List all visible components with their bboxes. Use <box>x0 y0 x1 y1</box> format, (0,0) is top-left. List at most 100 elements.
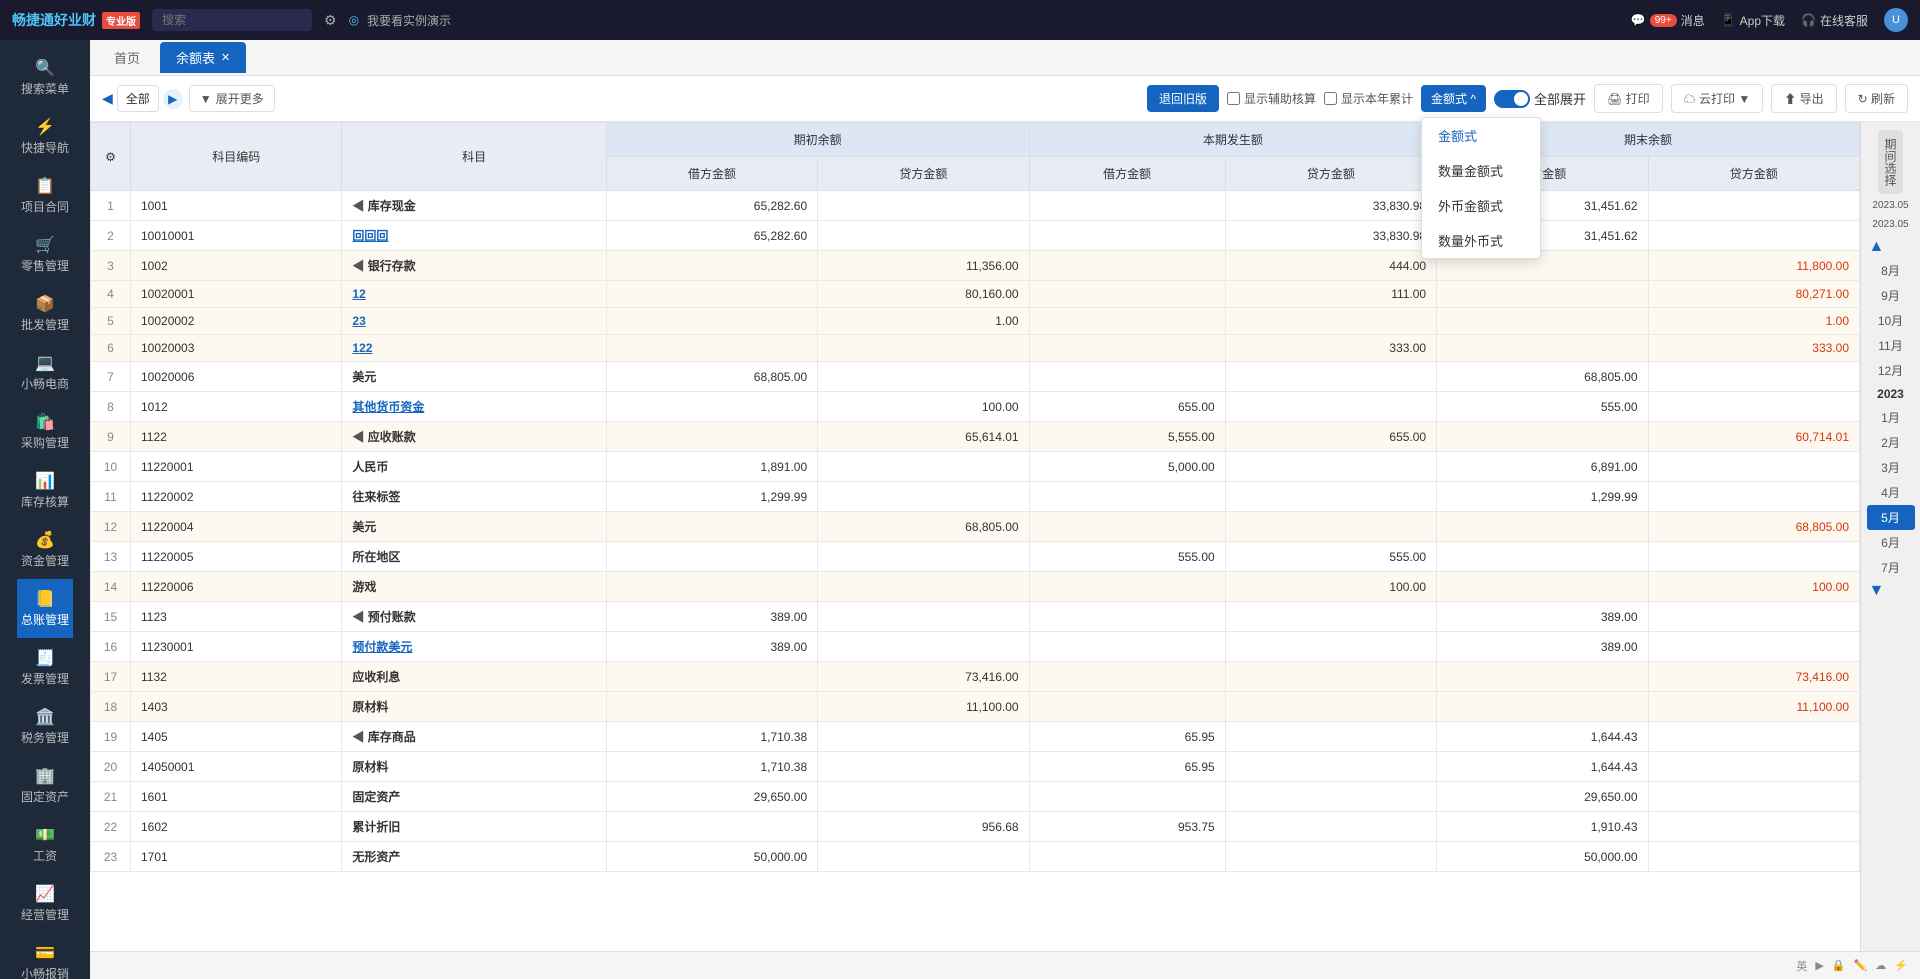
dropdown-item-foreign-amount[interactable]: 外币金额式 <box>1422 188 1540 223</box>
subject-link[interactable]: 12 <box>352 287 365 301</box>
row-index: 11 <box>91 482 131 512</box>
sidebar-item-purchase[interactable]: 🛍️采购管理 <box>17 402 73 461</box>
tab-home[interactable]: 首页 <box>98 42 156 73</box>
row-name[interactable]: 23 <box>342 308 606 335</box>
month-item[interactable]: 2月 <box>1867 430 1915 455</box>
subject-link[interactable]: 122 <box>352 341 372 355</box>
table-row: 9 1122 ◀ 应收账款 65,614.01 5,555.00 655.00 … <box>91 422 1860 452</box>
expand-more-btn[interactable]: ▼ 展开更多 <box>189 85 275 112</box>
sidebar-item-ecommerce[interactable]: 💻小畅电商 <box>17 343 73 402</box>
row-name: 应收利息 <box>342 662 606 692</box>
row-name[interactable]: 预付款美元 <box>342 632 606 662</box>
sidebar-item-sales[interactable]: 💳小畅报销 <box>17 933 73 979</box>
month-item[interactable]: 3月 <box>1867 455 1915 480</box>
sidebar-item-retail[interactable]: 🛒零售管理 <box>17 225 73 284</box>
tab-balance[interactable]: 余额表 ✕ <box>160 42 246 73</box>
dropdown-item-qty-amount[interactable]: 数量金额式 <box>1422 153 1540 188</box>
month-item[interactable]: 5月 <box>1867 505 1915 530</box>
row-name[interactable]: 12 <box>342 281 606 308</box>
table-row: 4 10020001 12 80,160.00 111.00 80,271.00 <box>91 281 1860 308</box>
back-old-btn[interactable]: 退回旧版 <box>1147 85 1219 112</box>
row-name[interactable]: 122 <box>342 335 606 362</box>
online-service-btn[interactable]: 🎧 在线客服 <box>1801 12 1868 29</box>
row-closing-credit: 11,800.00 <box>1648 251 1859 281</box>
month-item[interactable]: 9月 <box>1867 283 1915 308</box>
row-closing-credit <box>1648 392 1859 422</box>
show-ytd-check[interactable]: 显示本年累计 <box>1324 90 1413 107</box>
subject-link[interactable]: 预付款美元 <box>352 640 412 654</box>
month-nav-arrow[interactable]: ▼ <box>1867 580 1915 602</box>
filter-back-icon[interactable]: ◀ <box>102 90 113 107</box>
row-name[interactable]: 其他货币资金 <box>342 392 606 422</box>
user-avatar[interactable]: U <box>1884 8 1908 32</box>
sidebar-item-project[interactable]: 📋项目合同 <box>17 166 73 225</box>
expand-all-switch[interactable] <box>1494 90 1530 108</box>
row-opening-debit <box>606 692 817 722</box>
row-closing-debit <box>1437 281 1648 308</box>
cloud-print-btn[interactable]: ☁ 云打印 ▼ <box>1671 84 1764 113</box>
show-assist-checkbox[interactable] <box>1227 92 1240 105</box>
lightning-icon[interactable]: ⚡ <box>1894 959 1908 972</box>
sidebar-item-inventory[interactable]: 📊库存核算 <box>17 461 73 520</box>
row-name[interactable]: 回回回 <box>342 221 606 251</box>
dropdown-item-amount[interactable]: 金额式 <box>1422 118 1540 153</box>
subject-link[interactable]: 其他货币资金 <box>352 400 424 414</box>
amount-mode-btn[interactable]: 金额式 ^ <box>1421 85 1486 112</box>
row-index: 17 <box>91 662 131 692</box>
sidebar-icon-ecommerce: 💻 <box>35 353 55 373</box>
expand-all-toggle[interactable]: 全部展开 <box>1494 89 1586 108</box>
row-closing-debit: 1,299.99 <box>1437 482 1648 512</box>
sidebar-item-payroll[interactable]: 💵工资 <box>17 815 73 874</box>
table-row: 22 1602 累计折旧 956.68 953.75 1,910.43 <box>91 812 1860 842</box>
expand-all-label: 全部展开 <box>1534 89 1586 108</box>
app-download-btn[interactable]: 📱 App下载 <box>1721 12 1785 29</box>
refresh-btn[interactable]: ↻ 刷新 <box>1845 84 1908 113</box>
sidebar-item-quicknav[interactable]: ⚡快捷导航 <box>17 107 73 166</box>
sidebar-item-invoice[interactable]: 🧾发票管理 <box>17 638 73 697</box>
dropdown-item-qty-foreign[interactable]: 数量外币式 <box>1422 223 1540 258</box>
edit-icon[interactable]: ✏️ <box>1854 959 1868 972</box>
row-opening-credit: 956.68 <box>818 812 1029 842</box>
month-item[interactable]: 12月 <box>1867 358 1915 383</box>
month-item[interactable]: 7月 <box>1867 555 1915 580</box>
lock-icon[interactable]: 🔒 <box>1832 959 1846 972</box>
filter-forward-icon[interactable]: ▶ <box>163 89 183 109</box>
col-settings[interactable]: ⚙ <box>91 123 131 191</box>
sidebar-item-capital[interactable]: 💰资金管理 <box>17 520 73 579</box>
period-select-title[interactable]: 期间选择 <box>1878 130 1903 194</box>
month-item[interactable]: 8月 <box>1867 258 1915 283</box>
sidebar-item-operations[interactable]: 📈经营管理 <box>17 874 73 933</box>
sidebar-item-search[interactable]: 🔍搜索菜单 <box>17 48 73 107</box>
play-icon[interactable]: ▶ <box>1815 959 1823 972</box>
notification-btn[interactable]: 💬 99+ 消息 <box>1631 12 1705 29</box>
subject-link[interactable]: 23 <box>352 314 365 328</box>
table-row: 14 11220006 游戏 100.00 100.00 <box>91 572 1860 602</box>
top-search-input[interactable] <box>152 9 312 31</box>
month-nav-arrow[interactable]: ▲ <box>1867 236 1915 258</box>
month-item[interactable]: 10月 <box>1867 308 1915 333</box>
lang-switch[interactable]: 英 <box>1796 958 1807 974</box>
month-item[interactable]: 11月 <box>1867 333 1915 358</box>
sidebar-item-ledger[interactable]: 📒总账管理 <box>17 579 73 638</box>
demo-link[interactable]: ◎ 我要看实例演示 <box>349 12 1619 29</box>
subject-link[interactable]: 回回回 <box>352 229 388 243</box>
month-item[interactable]: 1月 <box>1867 405 1915 430</box>
show-assist-check[interactable]: 显示辅助核算 <box>1227 90 1316 107</box>
sidebar-item-wholesale[interactable]: 📦批发管理 <box>17 284 73 343</box>
show-ytd-checkbox[interactable] <box>1324 92 1337 105</box>
settings-icon[interactable]: ⚙ <box>324 12 337 29</box>
print-btn[interactable]: 🖨 打印 <box>1594 84 1663 113</box>
row-code: 11220001 <box>131 452 342 482</box>
month-item[interactable]: 6月 <box>1867 530 1915 555</box>
filter-dropdown[interactable]: 全部 <box>117 85 159 112</box>
cloud-icon[interactable]: ☁ <box>1875 959 1886 972</box>
row-name: 美元 <box>342 362 606 392</box>
sidebar-item-tax[interactable]: 🏛️税务管理 <box>17 697 73 756</box>
row-opening-debit: 1,710.38 <box>606 752 817 782</box>
month-item[interactable]: 4月 <box>1867 480 1915 505</box>
sidebar-item-assets[interactable]: 🏢固定资产 <box>17 756 73 815</box>
export-btn[interactable]: ⬆ 导出 <box>1771 84 1836 113</box>
table-row: 20 14050001 原材料 1,710.38 65.95 1,644.43 <box>91 752 1860 782</box>
tab-balance-close[interactable]: ✕ <box>221 51 230 64</box>
row-index: 21 <box>91 782 131 812</box>
